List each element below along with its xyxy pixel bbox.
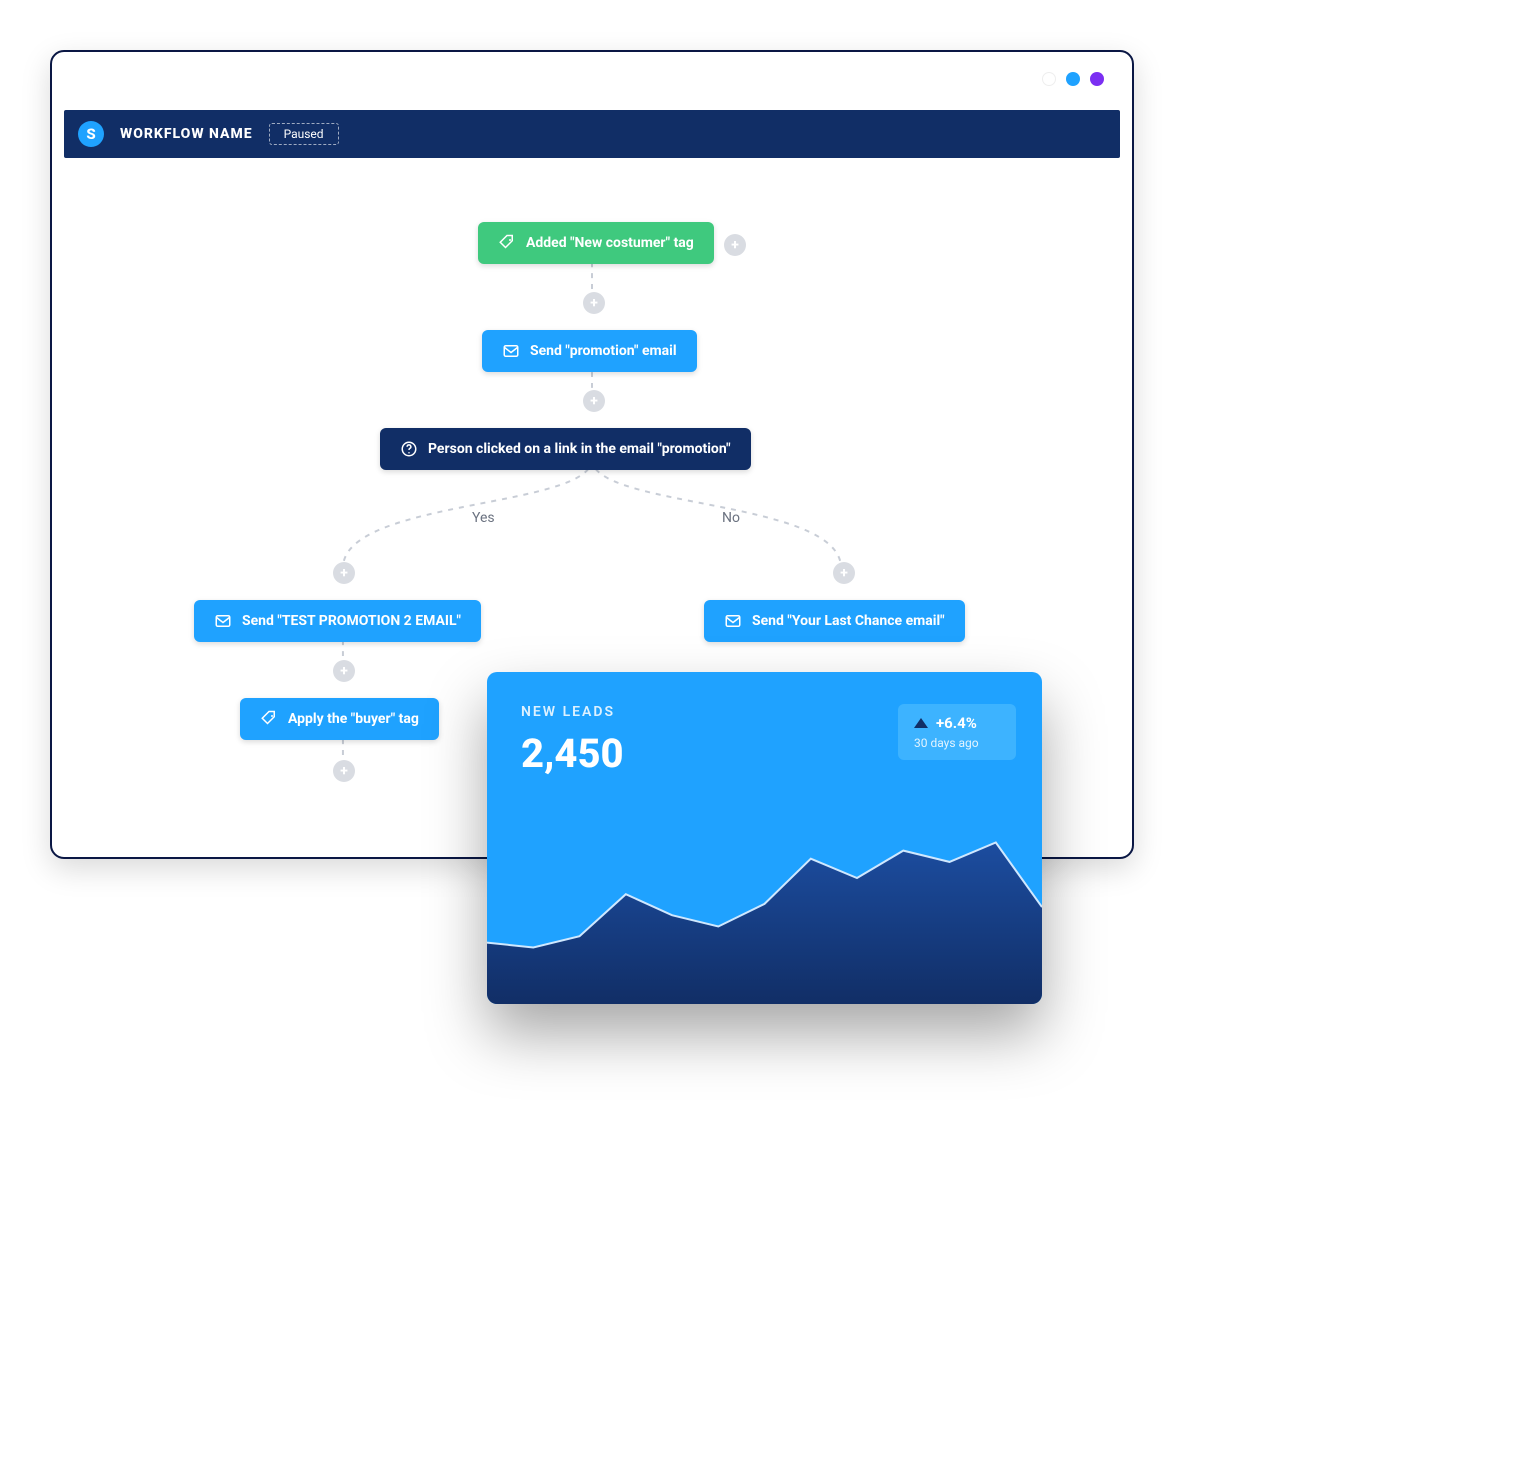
maximize-dot[interactable] (1090, 72, 1104, 86)
header-bar: S WORKFLOW NAME Paused (64, 110, 1120, 158)
node-added-tag[interactable]: Added "New costumer" tag (478, 222, 714, 264)
tag-icon (260, 710, 278, 728)
node-send-promo[interactable]: Send "promotion" email (482, 330, 697, 372)
window-controls (1042, 72, 1104, 86)
metric-delta-badge: +6.4% 30 days ago (898, 704, 1016, 760)
trend-up-icon (914, 718, 928, 728)
metric-delta-value: +6.4% (936, 714, 977, 732)
add-step-button[interactable] (583, 390, 605, 412)
metric-value: 2,450 (521, 730, 624, 777)
help-circle-icon (400, 440, 418, 458)
close-dot[interactable] (1042, 72, 1056, 86)
mail-icon (214, 612, 232, 630)
node-label: Send "Your Last Chance email" (752, 613, 945, 629)
add-step-button[interactable] (333, 760, 355, 782)
metric-label: NEW LEADS (521, 704, 615, 720)
add-step-button[interactable] (333, 562, 355, 584)
branch-no-label: No (722, 510, 740, 526)
minimize-dot[interactable] (1066, 72, 1080, 86)
metric-card: NEW LEADS 2,450 +6.4% 30 days ago (487, 672, 1042, 1004)
app-logo-icon: S (78, 121, 104, 147)
node-condition[interactable]: Person clicked on a link in the email "p… (380, 428, 751, 470)
node-label: Added "New costumer" tag (526, 235, 694, 251)
leads-area-chart (487, 834, 1042, 1004)
node-label: Send "promotion" email (530, 343, 677, 359)
add-step-button[interactable] (833, 562, 855, 584)
node-label: Person clicked on a link in the email "p… (428, 441, 731, 457)
add-step-button[interactable] (583, 292, 605, 314)
status-badge[interactable]: Paused (269, 123, 339, 145)
node-label: Send "TEST PROMOTION 2 EMAIL" (242, 613, 461, 629)
mail-icon (724, 612, 742, 630)
tag-icon (498, 234, 516, 252)
mail-icon (502, 342, 520, 360)
node-test-promo-2[interactable]: Send "TEST PROMOTION 2 EMAIL" (194, 600, 481, 642)
metric-delta-caption: 30 days ago (914, 736, 1000, 750)
node-label: Apply the "buyer" tag (288, 711, 419, 727)
add-step-button[interactable] (724, 234, 746, 256)
node-last-chance[interactable]: Send "Your Last Chance email" (704, 600, 965, 642)
branch-yes-label: Yes (472, 510, 495, 526)
node-apply-buyer-tag[interactable]: Apply the "buyer" tag (240, 698, 439, 740)
workflow-title: WORKFLOW NAME (120, 126, 253, 142)
add-step-button[interactable] (333, 660, 355, 682)
